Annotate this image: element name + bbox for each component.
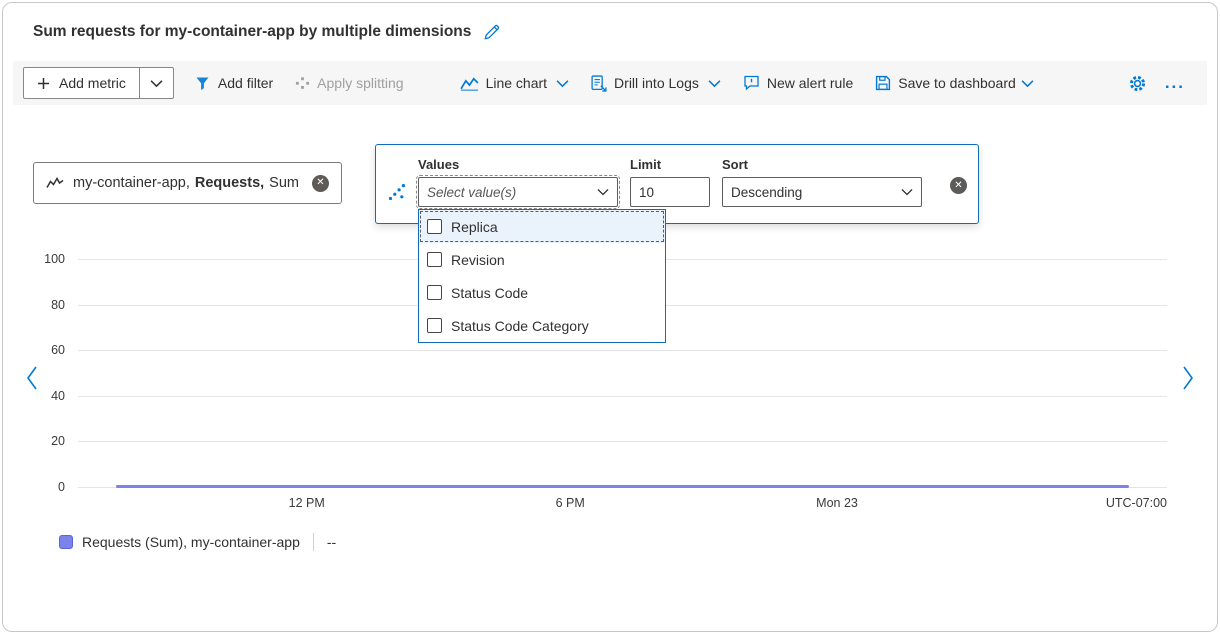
chevron-down-icon: [708, 79, 721, 88]
settings-button[interactable]: [1124, 70, 1151, 97]
chevron-down-icon: [556, 79, 569, 88]
sort-select[interactable]: Descending: [722, 177, 922, 207]
y-axis-tick: 80: [51, 298, 65, 312]
add-filter-label: Add filter: [218, 75, 273, 91]
values-label: Values: [418, 157, 618, 172]
limit-input[interactable]: [630, 177, 710, 207]
sparkline-icon: [46, 177, 64, 189]
sort-select-value: Descending: [731, 185, 802, 200]
chart-scroll-left-button[interactable]: [25, 364, 39, 392]
apply-splitting-label: Apply splitting: [317, 75, 403, 91]
chart-title: Sum requests for my-container-app by mul…: [33, 23, 471, 41]
save-to-dashboard-button[interactable]: Save to dashboard: [866, 69, 1043, 97]
save-icon: [875, 75, 891, 91]
add-metric-label: Add metric: [59, 75, 126, 91]
values-select[interactable]: Select value(s): [418, 177, 618, 207]
x-axis-tick: 6 PM: [556, 496, 585, 510]
y-axis-tick: 20: [51, 434, 65, 448]
option-label: Replica: [451, 219, 498, 235]
drill-into-logs-icon: [591, 75, 607, 92]
line-chart-label: Line chart: [486, 75, 547, 91]
chart-content: my-container-app, Requests, Sum ✕ Values…: [3, 105, 1217, 551]
plus-icon: [37, 77, 50, 90]
gridline: [78, 350, 1167, 351]
chevron-down-icon: [1021, 79, 1034, 88]
splitting-icon: [295, 76, 310, 90]
chevron-down-icon: [901, 188, 913, 196]
values-select-placeholder: Select value(s): [427, 185, 516, 200]
metric-pill-resource: my-container-app,: [73, 175, 190, 191]
filter-icon: [195, 76, 211, 91]
more-options-button[interactable]: ...: [1161, 74, 1189, 92]
chevron-down-icon: [150, 79, 163, 88]
drill-into-logs-button[interactable]: Drill into Logs: [582, 69, 730, 98]
series-line: [116, 485, 1129, 488]
remove-splitting-button[interactable]: ✕: [950, 177, 967, 194]
chevron-down-icon: [597, 188, 609, 196]
metrics-explorer-window: Sum requests for my-container-app by mul…: [2, 2, 1218, 632]
legend: Requests (Sum), my-container-app --: [59, 533, 1217, 551]
legend-label: Requests (Sum), my-container-app: [82, 534, 300, 550]
option-label: Status Code Category: [451, 318, 589, 334]
sort-field: Sort Descending: [722, 157, 922, 207]
y-axis-tick: 0: [58, 480, 65, 494]
checkbox[interactable]: [427, 285, 442, 300]
line-chart-icon: [460, 76, 479, 91]
x-axis-tick: UTC-07:00: [1106, 496, 1167, 510]
dropdown-option-revision[interactable]: Revision: [419, 243, 665, 276]
metric-pill-aggregation: Sum: [269, 175, 299, 191]
add-filter-button[interactable]: Add filter: [186, 69, 282, 97]
option-label: Status Code: [451, 285, 528, 301]
save-to-dashboard-label: Save to dashboard: [898, 75, 1016, 91]
remove-metric-button[interactable]: ✕: [312, 175, 329, 192]
gridline: [78, 396, 1167, 397]
limit-label: Limit: [630, 157, 710, 172]
edit-title-icon[interactable]: [483, 24, 500, 41]
y-axis-tick: 40: [51, 389, 65, 403]
sort-label: Sort: [722, 157, 922, 172]
filters-row: my-container-app, Requests, Sum ✕ Values…: [3, 105, 1217, 241]
checkbox[interactable]: [427, 252, 442, 267]
ellipsis-icon: ...: [1165, 78, 1185, 88]
drill-into-logs-label: Drill into Logs: [614, 75, 699, 91]
line-chart-button[interactable]: Line chart: [451, 69, 578, 97]
add-metric-button[interactable]: Add metric: [24, 68, 139, 98]
new-alert-rule-label: New alert rule: [767, 75, 853, 91]
dropdown-option-status-code[interactable]: Status Code: [419, 276, 665, 309]
values-dropdown: Replica Revision Status Code Status Code…: [418, 209, 666, 343]
legend-separator: [313, 533, 314, 551]
legend-swatch: [59, 535, 73, 549]
split-by-dimension-icon: [388, 183, 406, 201]
metric-pill-metric: Requests,: [195, 175, 264, 191]
chart-scroll-right-button[interactable]: [1181, 364, 1195, 392]
y-axis-tick: 100: [44, 252, 65, 266]
toolbar-right-group: ...: [1124, 70, 1197, 97]
values-field: Values Select value(s): [418, 157, 618, 207]
x-axis-tick: Mon 23: [816, 496, 858, 510]
legend-value: --: [327, 534, 336, 550]
metric-pill[interactable]: my-container-app, Requests, Sum ✕: [33, 162, 342, 204]
chart-title-row: Sum requests for my-container-app by mul…: [3, 3, 1217, 61]
toolbar: Add metric Add filter Apply splitting: [13, 61, 1207, 105]
x-axis-tick: 12 PM: [289, 496, 325, 510]
y-axis-tick: 60: [51, 343, 65, 357]
add-metric-button-group: Add metric: [23, 67, 174, 99]
new-alert-rule-button[interactable]: New alert rule: [734, 69, 862, 97]
dropdown-option-status-code-category[interactable]: Status Code Category: [419, 309, 665, 342]
splitting-panel: Values Select value(s) Limit Sort: [375, 144, 979, 224]
add-metric-dropdown-button[interactable]: [139, 68, 173, 98]
option-label: Revision: [451, 252, 505, 268]
apply-splitting-button: Apply splitting: [286, 69, 412, 97]
gear-icon: [1128, 74, 1147, 93]
checkbox[interactable]: [427, 318, 442, 333]
alert-icon: [743, 75, 760, 91]
checkbox[interactable]: [427, 219, 442, 234]
gridline: [78, 441, 1167, 442]
limit-field: Limit: [630, 157, 710, 207]
dropdown-option-replica[interactable]: Replica: [419, 210, 665, 243]
